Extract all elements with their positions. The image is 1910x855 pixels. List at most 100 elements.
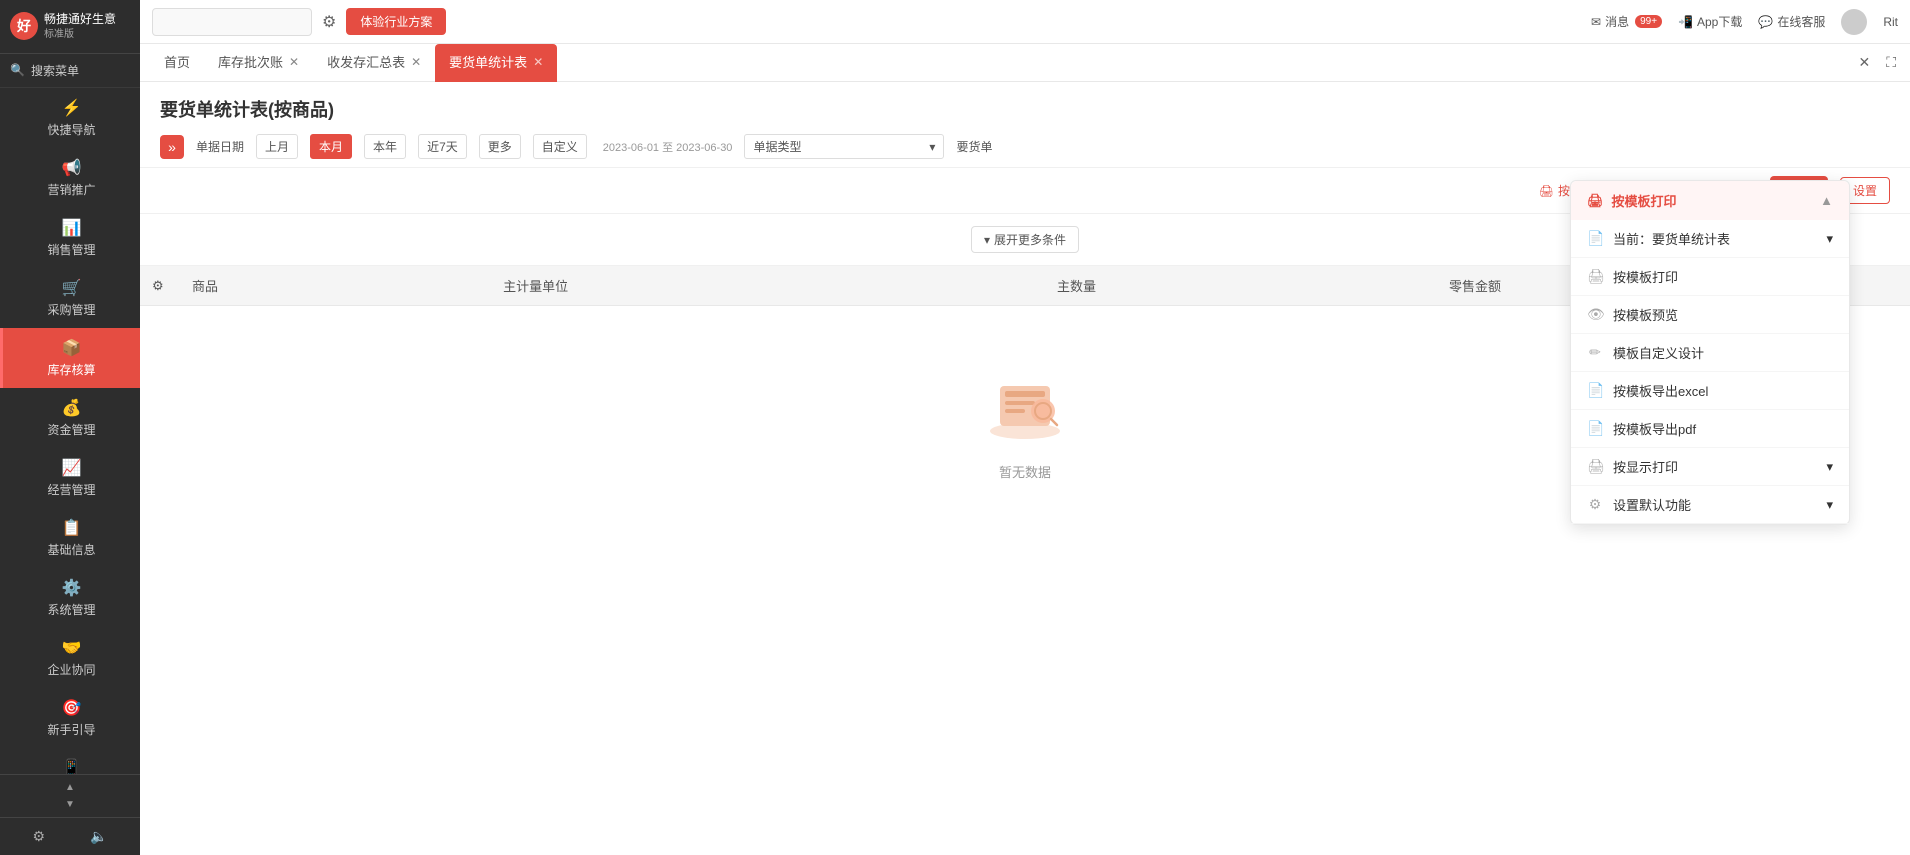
nav-icon-guide: 🎯 <box>62 698 82 718</box>
report-title: 要货单统计表(按商品) <box>160 96 1890 122</box>
nav-icon-operation: 📈 <box>62 458 82 478</box>
app-edition: 标准版 <box>44 28 116 41</box>
trial-button[interactable]: 体验行业方案 <box>346 8 446 35</box>
dropdown-current-item[interactable]: 📄 当前：要货单统计表 ▾ <box>1571 220 1849 258</box>
nav-icon-system: ⚙️ <box>62 578 82 598</box>
nav-icon-collab: 🤝 <box>62 638 82 658</box>
nav-icon-appstore: 📱 <box>62 758 82 774</box>
sidebar-nav: ⚡ 快捷导航 📢 营销推广 📊 销售管理 🛒 采购管理 📦 库存核算 💰 资金管… <box>0 88 140 774</box>
dropdown-display-print[interactable]: 🖨 按显示打印 ▾ <box>1571 448 1849 486</box>
dropdown-template-pdf[interactable]: 📄 按模板导出pdf <box>1571 410 1849 448</box>
sidebar-item-system[interactable]: ⚙️ 系统管理 <box>0 568 140 628</box>
app-download-label: App下载 <box>1697 13 1742 30</box>
sidebar-item-shortcut[interactable]: ⚡ 快捷导航 <box>0 88 140 148</box>
sidebar-item-marketing[interactable]: 📢 营销推广 <box>0 148 140 208</box>
topbar-gear-icon[interactable]: ⚙ <box>322 12 336 32</box>
date-btn-more[interactable]: 更多 <box>479 134 521 159</box>
expand-more-icon: ▾ <box>984 233 990 247</box>
filter-expand-button[interactable]: » <box>160 135 184 159</box>
date-btn-7days[interactable]: 近7天 <box>418 134 467 159</box>
tab-home[interactable]: 首页 <box>150 44 204 82</box>
display-print-label: 按显示打印 <box>1613 457 1678 476</box>
sidebar-item-purchase[interactable]: 🛒 采购管理 <box>0 268 140 328</box>
nav-label-basic: 基础信息 <box>47 541 95 558</box>
sidebar-scroll-up[interactable]: ▲ <box>65 779 75 796</box>
tab-inventory-batch-close[interactable]: ✕ <box>289 55 299 69</box>
filter-bar: » 单据日期 上月 本月 本年 近7天 更多 自定义 2023-06-01 至 … <box>160 134 1890 159</box>
sidebar-audio-btn[interactable]: 🔈 <box>90 828 107 845</box>
nav-label-marketing: 营销推广 <box>47 181 95 198</box>
template-preview-label: 按模板预览 <box>1613 305 1678 324</box>
display-print-chevron: ▾ <box>1826 459 1833 475</box>
dropdown-template-preview[interactable]: 👁 按模板预览 <box>1571 296 1849 334</box>
online-service-btn[interactable]: 💬 在线客服 <box>1758 13 1825 30</box>
report-header: 要货单统计表(按商品) » 单据日期 上月 本月 本年 近7天 更多 自定义 2… <box>140 82 1910 168</box>
print-header-icon: 🖨 <box>1587 193 1604 209</box>
tab-inventory-batch-label: 库存批次账 <box>218 52 283 71</box>
sidebar-item-basic[interactable]: 📋 基础信息 <box>0 508 140 568</box>
template-preview-icon: 👁 <box>1587 306 1603 323</box>
tab-close-all-btn[interactable]: ✕ <box>1854 50 1874 75</box>
dropdown-default-func-left: ⚙ 设置默认功能 <box>1587 495 1691 514</box>
dropdown-header-label: 按模板打印 <box>1612 191 1677 210</box>
logo-text: 畅捷通好生意 标准版 <box>44 12 116 41</box>
doc-type-select[interactable]: 单据类型 ▾ <box>744 134 944 159</box>
col-settings[interactable]: ⚙ <box>140 266 180 306</box>
content-area: 要货单统计表(按商品) » 单据日期 上月 本月 本年 近7天 更多 自定义 2… <box>140 82 1910 855</box>
date-btn-last-month[interactable]: 上月 <box>256 134 298 159</box>
sidebar-item-finance[interactable]: 💰 资金管理 <box>0 388 140 448</box>
template-pdf-icon: 📄 <box>1587 420 1603 437</box>
sidebar-settings-btn[interactable]: ⚙ <box>33 828 46 845</box>
print-dropdown-panel: 🖨 按模板打印 ▲ 📄 当前：要货单统计表 ▾ 🖨 按模板打印 👁 按模板预览 … <box>1570 180 1850 525</box>
dropdown-default-func[interactable]: ⚙ 设置默认功能 ▾ <box>1571 486 1849 524</box>
current-chevron-icon: ▾ <box>1826 231 1833 247</box>
sidebar-item-guide[interactable]: 🎯 新手引导 <box>0 688 140 748</box>
download-icon: 📲 <box>1678 15 1693 29</box>
nav-label-sales: 销售管理 <box>47 241 95 258</box>
tab-order-stats[interactable]: 要货单统计表 ✕ <box>435 44 557 82</box>
tab-receipt-summary-label: 收发存汇总表 <box>327 52 405 71</box>
date-btn-custom[interactable]: 自定义 <box>533 134 587 159</box>
date-btn-this-year[interactable]: 本年 <box>364 134 406 159</box>
service-icon: 💬 <box>1758 15 1773 29</box>
sidebar-item-operation[interactable]: 📈 经营管理 <box>0 448 140 508</box>
tab-receipt-summary-close[interactable]: ✕ <box>411 55 421 69</box>
sidebar-search[interactable]: 🔍 搜索菜单 <box>0 54 140 88</box>
expand-more-button[interactable]: ▾ 展开更多条件 <box>971 226 1079 253</box>
nav-icon-sales: 📊 <box>62 218 82 238</box>
message-btn[interactable]: ✉ 消息 99+ <box>1591 13 1662 30</box>
tab-receipt-summary[interactable]: 收发存汇总表 ✕ <box>313 44 435 82</box>
app-download-btn[interactable]: 📲 App下载 <box>1678 13 1742 30</box>
tab-order-stats-close[interactable]: ✕ <box>533 55 543 69</box>
tab-order-stats-label: 要货单统计表 <box>449 52 527 71</box>
sidebar-item-collab[interactable]: 🤝 企业协同 <box>0 628 140 688</box>
message-icon: ✉ <box>1591 15 1601 29</box>
template-custom-label: 模板自定义设计 <box>1613 343 1704 362</box>
sidebar: 好 畅捷通好生意 标准版 🔍 搜索菜单 ⚡ 快捷导航 📢 营销推广 📊 销售管理… <box>0 0 140 855</box>
tabbar: 首页 库存批次账 ✕ 收发存汇总表 ✕ 要货单统计表 ✕ ✕ ⛶ <box>140 44 1910 82</box>
dropdown-header[interactable]: 🖨 按模板打印 ▲ <box>1571 181 1849 220</box>
avatar[interactable] <box>1841 9 1867 35</box>
main-area: ⚙ 体验行业方案 ✉ 消息 99+ 📲 App下载 💬 在线客服 Rit 首页 <box>140 0 1910 855</box>
col-quantity: 主数量 <box>1045 266 1437 306</box>
chevron-down-icon: ▾ <box>929 140 935 154</box>
nav-label-system: 系统管理 <box>47 601 95 618</box>
dropdown-template-print[interactable]: 🖨 按模板打印 <box>1571 258 1849 296</box>
topbar: ⚙ 体验行业方案 ✉ 消息 99+ 📲 App下载 💬 在线客服 Rit <box>140 0 1910 44</box>
doc-type-label: 单据类型 <box>753 138 801 155</box>
template-print-icon: 🖨 <box>1587 268 1603 285</box>
date-range: 2023-06-01 至 2023-06-30 <box>603 139 733 155</box>
sidebar-scroll-down[interactable]: ▼ <box>65 796 75 813</box>
topbar-search-input[interactable] <box>152 8 312 36</box>
username: Rit <box>1883 15 1898 29</box>
tab-inventory-batch[interactable]: 库存批次账 ✕ <box>204 44 313 82</box>
nav-icon-inventory: 📦 <box>62 338 82 358</box>
date-btn-this-month[interactable]: 本月 <box>310 134 352 159</box>
sidebar-item-inventory[interactable]: 📦 库存核算 <box>0 328 140 388</box>
sidebar-item-appstore[interactable]: 📱 应用中心 <box>0 748 140 774</box>
dropdown-template-excel[interactable]: 📄 按模板导出excel <box>1571 372 1849 410</box>
dropdown-template-custom[interactable]: ✏ 模板自定义设计 <box>1571 334 1849 372</box>
tab-expand-btn[interactable]: ⛶ <box>1882 50 1900 75</box>
sidebar-item-sales[interactable]: 📊 销售管理 <box>0 208 140 268</box>
dropdown-header-left: 🖨 按模板打印 <box>1587 191 1677 210</box>
